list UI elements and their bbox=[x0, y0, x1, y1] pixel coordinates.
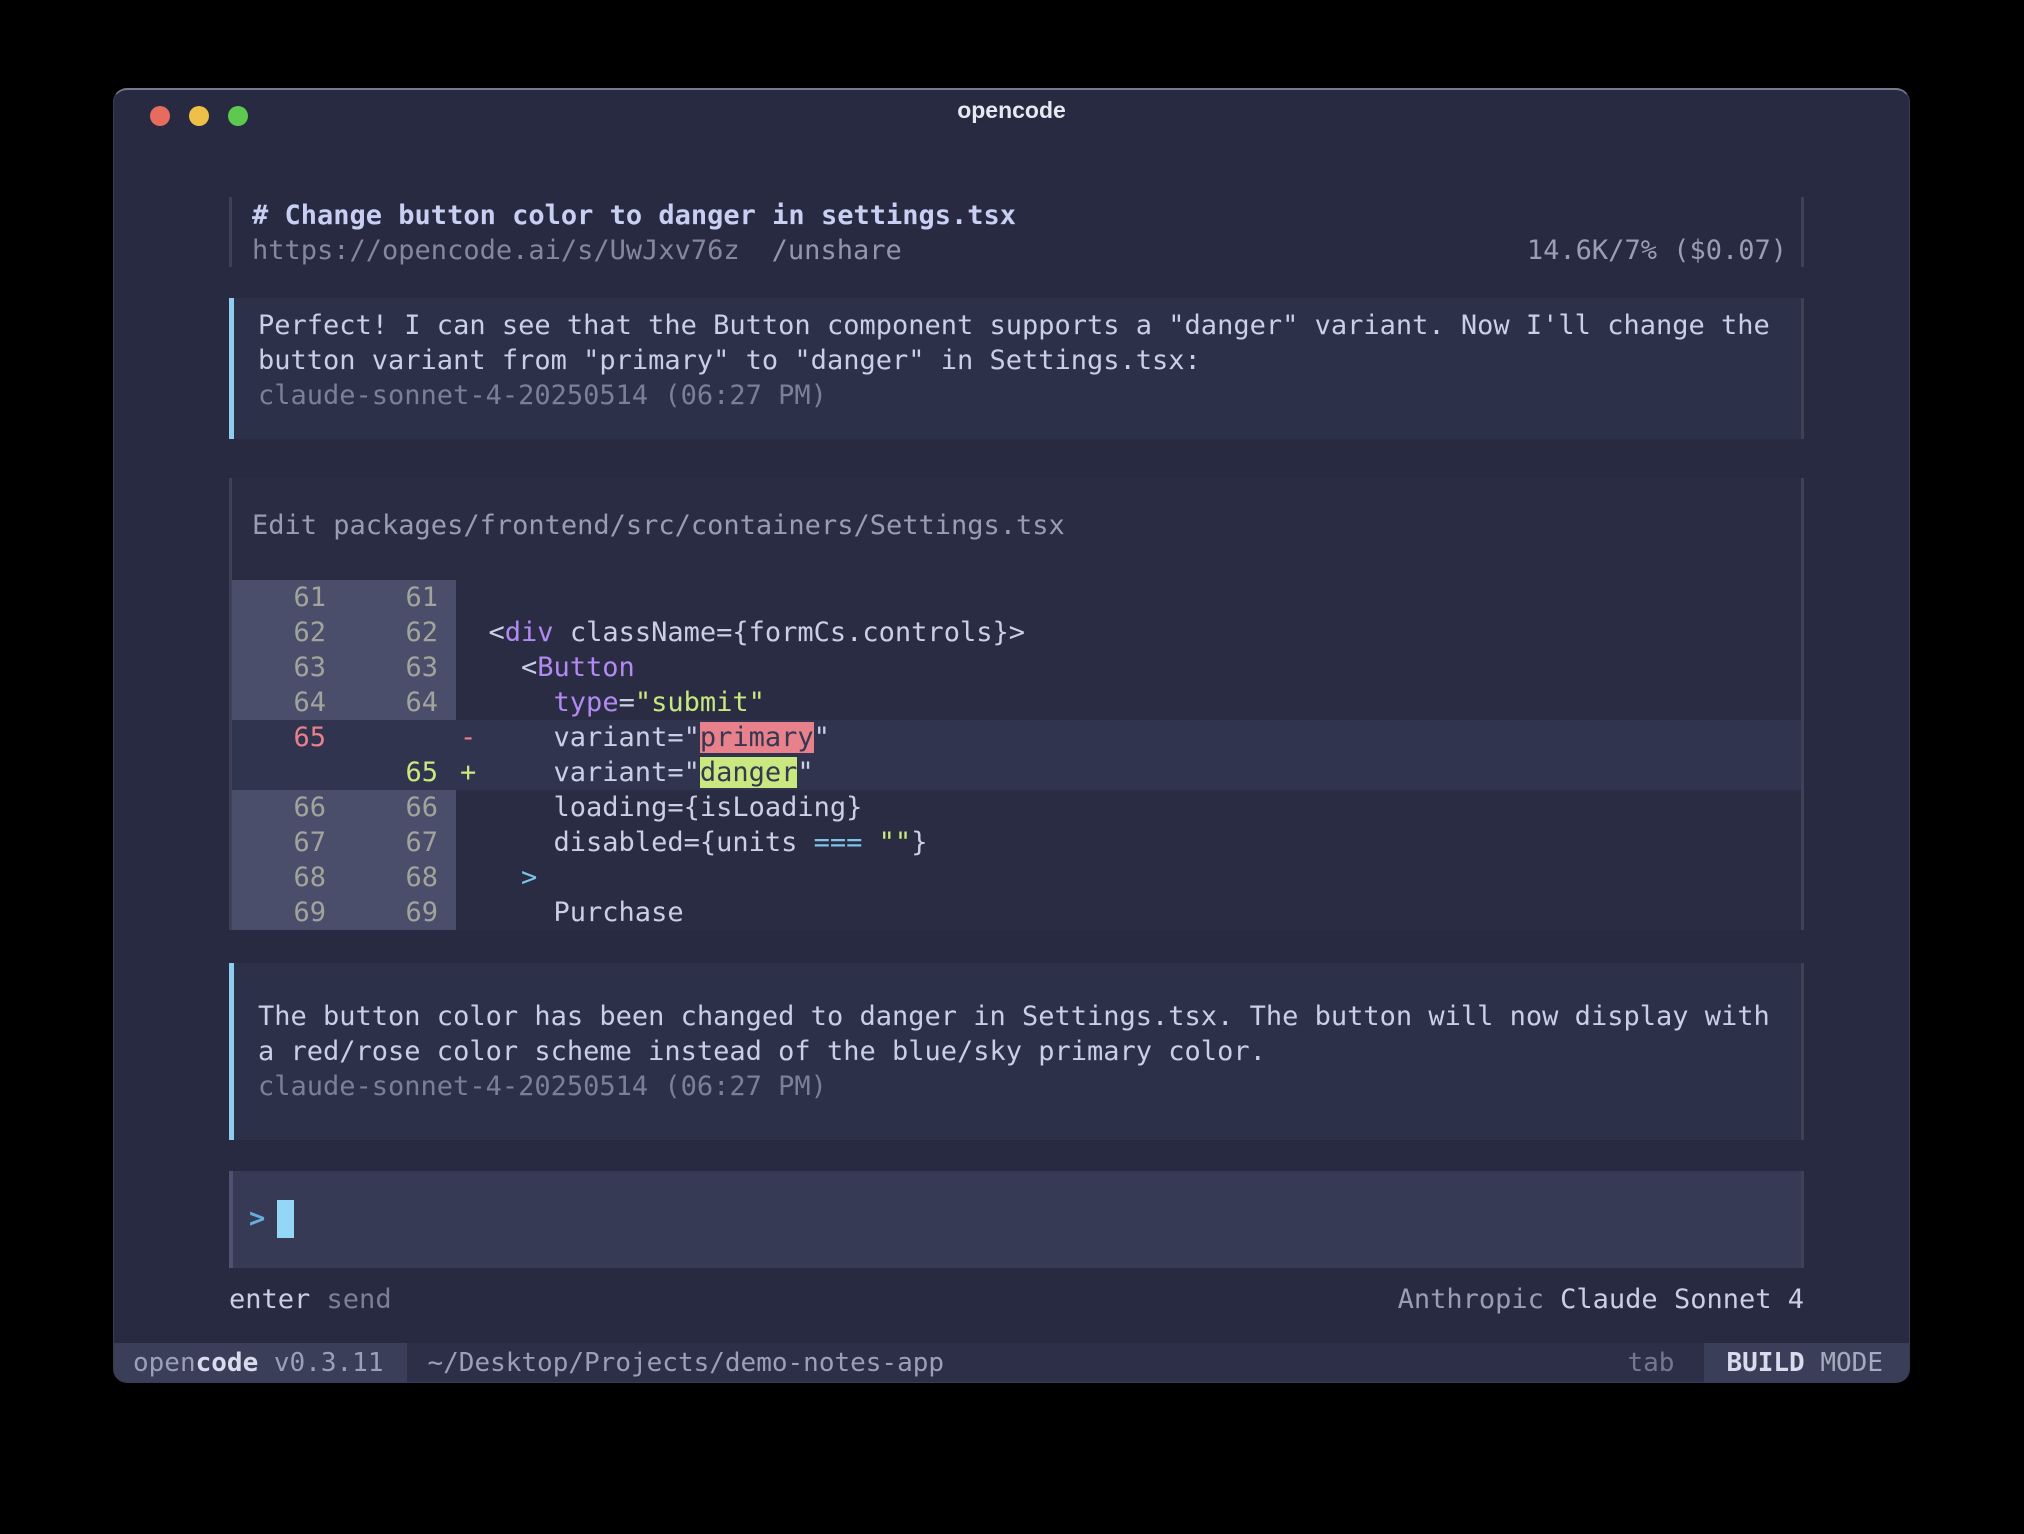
diff-code-line: loading={isLoading} bbox=[456, 790, 1801, 825]
opencode-window: opencode # Change button color to danger… bbox=[113, 88, 1910, 1383]
share-url[interactable]: https://opencode.ai/s/UwJxv76z bbox=[252, 233, 740, 268]
message-text: The button color has been changed to dan… bbox=[258, 999, 1801, 1069]
diff-code-cell: type="submit" bbox=[456, 685, 1801, 720]
diff-old-line-number bbox=[232, 755, 344, 790]
tab-key-hint[interactable]: tab bbox=[1627, 1348, 1674, 1378]
diff-code-line: <div className={formCs.controls}> bbox=[456, 615, 1801, 650]
diff-new-line-number: 67 bbox=[344, 825, 456, 860]
diff-row: 6767 disabled={units === ""} bbox=[232, 825, 1801, 860]
diff-code-line: type="submit" bbox=[456, 685, 1801, 720]
assistant-message-2: The button color has been changed to dan… bbox=[229, 963, 1804, 1140]
diff-table: 61616262 <div className={formCs.controls… bbox=[232, 580, 1801, 930]
message-text: Perfect! I can see that the Button compo… bbox=[258, 308, 1801, 378]
diff-old-line-number: 64 bbox=[232, 685, 344, 720]
diff-row: 6262 <div className={formCs.controls}> bbox=[232, 615, 1801, 650]
diff-row: 6161 bbox=[232, 580, 1801, 615]
diff-code-line: > bbox=[456, 860, 1801, 895]
diff-new-line-number: 66 bbox=[344, 790, 456, 825]
diff-code-cell: disabled={units === ""} bbox=[456, 825, 1801, 860]
project-path: ~/Desktop/Projects/demo-notes-app bbox=[427, 1348, 944, 1378]
unshare-command[interactable]: /unshare bbox=[772, 233, 902, 268]
provider-name: Anthropic bbox=[1398, 1284, 1544, 1315]
diff-code-line: variant="danger" bbox=[456, 755, 1801, 790]
diff-row: 6363 <Button bbox=[232, 650, 1801, 685]
prompt-caret: > bbox=[249, 1203, 265, 1234]
diff-code-line: disabled={units === ""} bbox=[456, 825, 1801, 860]
diff-row: 6464 type="submit" bbox=[232, 685, 1801, 720]
diff-row: 6666 loading={isLoading} bbox=[232, 790, 1801, 825]
diff-row: 65 - variant="primary" bbox=[232, 720, 1801, 755]
diff-new-line-number: 63 bbox=[344, 650, 456, 685]
prompt-input[interactable]: > bbox=[229, 1171, 1804, 1268]
diff-new-line-number: 64 bbox=[344, 685, 456, 720]
message-line: a red/rose color scheme instead of the b… bbox=[258, 1034, 1801, 1069]
session-header: # Change button color to danger in setti… bbox=[229, 197, 1804, 267]
message-line: The button color has been changed to dan… bbox=[258, 999, 1801, 1034]
message-line: Perfect! I can see that the Button compo… bbox=[258, 308, 1801, 343]
diff-new-line-number: 65 bbox=[344, 755, 456, 790]
app-version-chip: opencode v0.3.11 bbox=[114, 1343, 407, 1382]
diff-new-line-number: 61 bbox=[344, 580, 456, 615]
diff-old-line-number: 67 bbox=[232, 825, 344, 860]
enter-key-hint: enter bbox=[229, 1284, 310, 1315]
removed-marker-icon: - bbox=[460, 720, 476, 755]
message-meta: claude-sonnet-4-20250514 (06:27 PM) bbox=[258, 1069, 1801, 1104]
model-name: Claude Sonnet 4 bbox=[1560, 1284, 1804, 1315]
message-meta: claude-sonnet-4-20250514 (06:27 PM) bbox=[258, 378, 1801, 413]
diff-code-cell: + variant="danger" bbox=[456, 755, 1801, 790]
send-action-hint: send bbox=[327, 1284, 392, 1315]
token-usage-stats: 14.6K/7% ($0.07) bbox=[1527, 233, 1801, 268]
diff-old-line-number: 68 bbox=[232, 860, 344, 895]
diff-old-line-number: 63 bbox=[232, 650, 344, 685]
diff-code-line: variant="primary" bbox=[456, 720, 1801, 755]
diff-code-cell: loading={isLoading} bbox=[456, 790, 1801, 825]
mode-label: MODE bbox=[1820, 1348, 1883, 1378]
hint-row: enter send Anthropic Claude Sonnet 4 bbox=[229, 1282, 1804, 1317]
diff-old-line-number: 65 bbox=[232, 720, 344, 755]
diff-code-line: Purchase bbox=[456, 895, 1801, 930]
edit-tool-card: Edit packages/frontend/src/containers/Se… bbox=[229, 478, 1804, 930]
text-cursor bbox=[277, 1200, 294, 1238]
diff-new-line-number: 69 bbox=[344, 895, 456, 930]
diff-new-line-number: 62 bbox=[344, 615, 456, 650]
diff-old-line-number: 66 bbox=[232, 790, 344, 825]
edit-tool-title: Edit packages/frontend/src/containers/Se… bbox=[232, 478, 1801, 543]
diff-old-line-number: 61 bbox=[232, 580, 344, 615]
app-version: v0.3.11 bbox=[274, 1348, 384, 1378]
message-line: button variant from "primary" to "danger… bbox=[258, 343, 1801, 378]
diff-code-cell: <Button bbox=[456, 650, 1801, 685]
diff-code-cell: > bbox=[456, 860, 1801, 895]
mode-name: BUILD bbox=[1726, 1348, 1804, 1378]
diff-row: 65+ variant="danger" bbox=[232, 755, 1801, 790]
diff-code-cell: <div className={formCs.controls}> bbox=[456, 615, 1801, 650]
diff-old-line-number: 69 bbox=[232, 895, 344, 930]
diff-new-line-number bbox=[344, 720, 456, 755]
diff-row: 6969 Purchase bbox=[232, 895, 1801, 930]
assistant-message-1: Perfect! I can see that the Button compo… bbox=[229, 298, 1804, 439]
diff-code-cell: - variant="primary" bbox=[456, 720, 1801, 755]
added-marker-icon: + bbox=[460, 755, 476, 790]
diff-code-cell bbox=[456, 580, 1801, 615]
app-name-normal: open bbox=[133, 1348, 196, 1378]
diff-new-line-number: 68 bbox=[344, 860, 456, 895]
app-name-bold: code bbox=[196, 1348, 259, 1378]
diff-code-cell: Purchase bbox=[456, 895, 1801, 930]
diff-row: 6868 > bbox=[232, 860, 1801, 895]
diff-code-line: <Button bbox=[456, 650, 1801, 685]
window-titlebar: opencode bbox=[114, 90, 1909, 197]
mode-chip[interactable]: BUILD MODE bbox=[1704, 1343, 1909, 1382]
diff-old-line-number: 62 bbox=[232, 615, 344, 650]
session-title: # Change button color to danger in setti… bbox=[252, 198, 1801, 233]
window-title: opencode bbox=[114, 97, 1909, 124]
status-bar: opencode v0.3.11 ~/Desktop/Projects/demo… bbox=[114, 1343, 1909, 1382]
